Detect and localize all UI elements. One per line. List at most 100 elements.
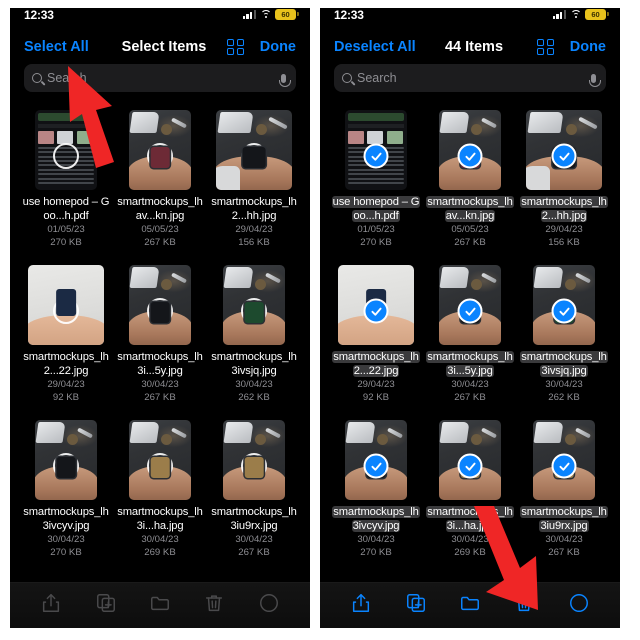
file-thumbnail xyxy=(338,265,414,345)
file-date: 05/05/23 xyxy=(141,224,179,235)
file-name: use homepod – Goo...h.pdf xyxy=(22,196,110,222)
selected-checkmark-icon[interactable] xyxy=(551,143,577,169)
wifi-icon xyxy=(570,10,581,19)
share-icon xyxy=(353,593,370,612)
share-button[interactable] xyxy=(350,591,372,615)
file-size: 267 KB xyxy=(144,392,176,403)
grid-view-icon[interactable] xyxy=(537,38,554,56)
file-thumbnail xyxy=(533,420,595,500)
file-name: smartmockups_lh3i...ha.jpg xyxy=(426,506,514,532)
file-size: 270 KB xyxy=(360,547,392,558)
deselect-all-button[interactable]: Deselect All xyxy=(334,39,416,55)
status-indicators: 60 xyxy=(242,9,299,20)
file-item[interactable]: smartmockups_lh3ivsjq.jpg 30/04/23 262 KB xyxy=(518,261,610,416)
file-item[interactable]: smartmockups_lh3ivcyv.jpg 30/04/23 270 KB xyxy=(330,416,422,571)
file-name: smartmockups_lhav...kn.jpg xyxy=(426,196,514,222)
file-size: 156 KB xyxy=(548,237,580,248)
file-item[interactable]: smartmockups_lh3i...5y.jpg 30/04/23 267 KB xyxy=(424,261,516,416)
file-item[interactable]: smartmockups_lh3iu9rx.jpg 30/04/23 267 KB xyxy=(518,416,610,571)
share-icon xyxy=(43,593,60,612)
search-icon xyxy=(32,73,42,83)
file-date: 30/04/23 xyxy=(235,534,273,545)
status-time: 12:33 xyxy=(334,8,364,22)
file-size: 270 KB xyxy=(50,237,82,248)
microphone-icon[interactable] xyxy=(588,73,601,87)
file-item[interactable]: smartmockups_lhav...kn.jpg 05/05/23 267 KB xyxy=(114,106,206,261)
wifi-icon xyxy=(260,10,271,19)
file-item[interactable]: smartmockups_lh3i...5y.jpg 30/04/23 267 KB xyxy=(114,261,206,416)
selected-checkmark-icon[interactable] xyxy=(457,143,483,169)
file-name: smartmockups_lh2...22.jpg xyxy=(332,351,420,377)
selected-checkmark-icon[interactable] xyxy=(457,298,483,324)
file-thumbnail xyxy=(439,265,501,345)
file-thumbnail xyxy=(345,420,407,500)
file-size: 269 KB xyxy=(454,547,486,558)
file-item[interactable]: use homepod – Goo...h.pdf 01/05/23 270 KB xyxy=(330,106,422,261)
file-name: smartmockups_lh3ivcyv.jpg xyxy=(332,506,420,532)
duplicate-icon xyxy=(96,593,115,612)
file-item[interactable]: smartmockups_lh2...22.jpg 29/04/23 92 KB xyxy=(20,261,112,416)
comparison-screenshot: 12:33 60 Select All Select Items Done Se… xyxy=(0,0,640,640)
battery-level: 60 xyxy=(281,9,290,19)
file-thumbnail xyxy=(129,110,191,190)
navigation-bar: Select All Select Items Done xyxy=(10,30,310,64)
done-button[interactable]: Done xyxy=(260,39,296,55)
file-date: 30/04/23 xyxy=(47,534,85,545)
done-button[interactable]: Done xyxy=(570,39,606,55)
more-button[interactable] xyxy=(568,591,590,615)
file-item[interactable]: smartmockups_lh2...22.jpg 29/04/23 92 KB xyxy=(330,261,422,416)
selected-checkmark-icon[interactable] xyxy=(363,453,389,479)
file-item[interactable]: smartmockups_lh2...hh.jpg 29/04/23 156 KB xyxy=(518,106,610,261)
file-size: 270 KB xyxy=(360,237,392,248)
duplicate-button[interactable] xyxy=(405,591,427,615)
file-size: 156 KB xyxy=(238,237,270,248)
trash-icon xyxy=(206,594,223,611)
search-input[interactable]: Search xyxy=(24,64,296,92)
file-date: 29/04/23 xyxy=(545,224,583,235)
file-item[interactable]: smartmockups_lh3i...ha.jpg 30/04/23 269 KB xyxy=(424,416,516,571)
file-name: smartmockups_lh3ivcyv.jpg xyxy=(23,506,109,532)
file-item[interactable]: smartmockups_lh3ivcyv.jpg 30/04/23 270 KB xyxy=(20,416,112,571)
selected-checkmark-icon[interactable] xyxy=(551,453,577,479)
file-name: smartmockups_lh3i...ha.jpg xyxy=(117,506,203,532)
selected-checkmark-icon[interactable] xyxy=(457,453,483,479)
battery-icon: 60 xyxy=(275,9,299,20)
file-item[interactable]: use homepod – Goo...h.pdf 01/05/23 270 KB xyxy=(20,106,112,261)
status-time: 12:33 xyxy=(24,8,54,22)
microphone-icon[interactable] xyxy=(278,73,291,87)
file-thumbnail xyxy=(439,420,501,500)
phone-screen-after: 12:33 60 Deselect All 44 Items Done Sear… xyxy=(320,8,620,628)
trash-button[interactable] xyxy=(513,591,535,615)
grid-view-icon[interactable] xyxy=(227,38,244,56)
duplicate-button xyxy=(95,591,117,615)
file-item[interactable]: smartmockups_lh3i...ha.jpg 30/04/23 269 KB xyxy=(114,416,206,571)
file-size: 269 KB xyxy=(144,547,176,558)
file-size: 267 KB xyxy=(454,237,486,248)
cellular-signal-icon xyxy=(552,10,566,19)
selected-checkmark-icon[interactable] xyxy=(551,298,577,324)
bottom-toolbar-after xyxy=(320,582,620,628)
file-grid-after: use homepod – Goo...h.pdf 01/05/23 270 KB s… xyxy=(320,100,620,582)
file-item[interactable]: smartmockups_lh3ivsjq.jpg 30/04/23 262 KB xyxy=(208,261,300,416)
file-name: use homepod – Goo...h.pdf xyxy=(331,196,421,222)
file-item[interactable]: smartmockups_lh3iu9rx.jpg 30/04/23 267 KB xyxy=(208,416,300,571)
file-item[interactable]: smartmockups_lhav...kn.jpg 05/05/23 267 KB xyxy=(424,106,516,261)
file-item[interactable]: smartmockups_lh2...hh.jpg 29/04/23 156 KB xyxy=(208,106,300,261)
file-thumbnail xyxy=(35,110,97,190)
file-name: smartmockups_lh3iu9rx.jpg xyxy=(211,506,297,532)
file-size: 262 KB xyxy=(548,392,580,403)
file-name: smartmockups_lhav...kn.jpg xyxy=(117,196,203,222)
file-size: 267 KB xyxy=(238,547,270,558)
search-input[interactable]: Search xyxy=(334,64,606,92)
file-date: 30/04/23 xyxy=(141,379,179,390)
file-size: 267 KB xyxy=(144,237,176,248)
folder-button[interactable] xyxy=(459,591,481,615)
file-date: 30/04/23 xyxy=(451,534,489,545)
select-all-button[interactable]: Select All xyxy=(24,39,89,55)
file-name: smartmockups_lh3i...5y.jpg xyxy=(117,351,203,377)
selected-checkmark-icon[interactable] xyxy=(363,143,389,169)
file-thumbnail xyxy=(129,420,191,500)
selected-checkmark-icon[interactable] xyxy=(363,298,389,324)
folder-icon xyxy=(460,596,479,610)
file-name: smartmockups_lh3ivsjq.jpg xyxy=(211,351,297,377)
